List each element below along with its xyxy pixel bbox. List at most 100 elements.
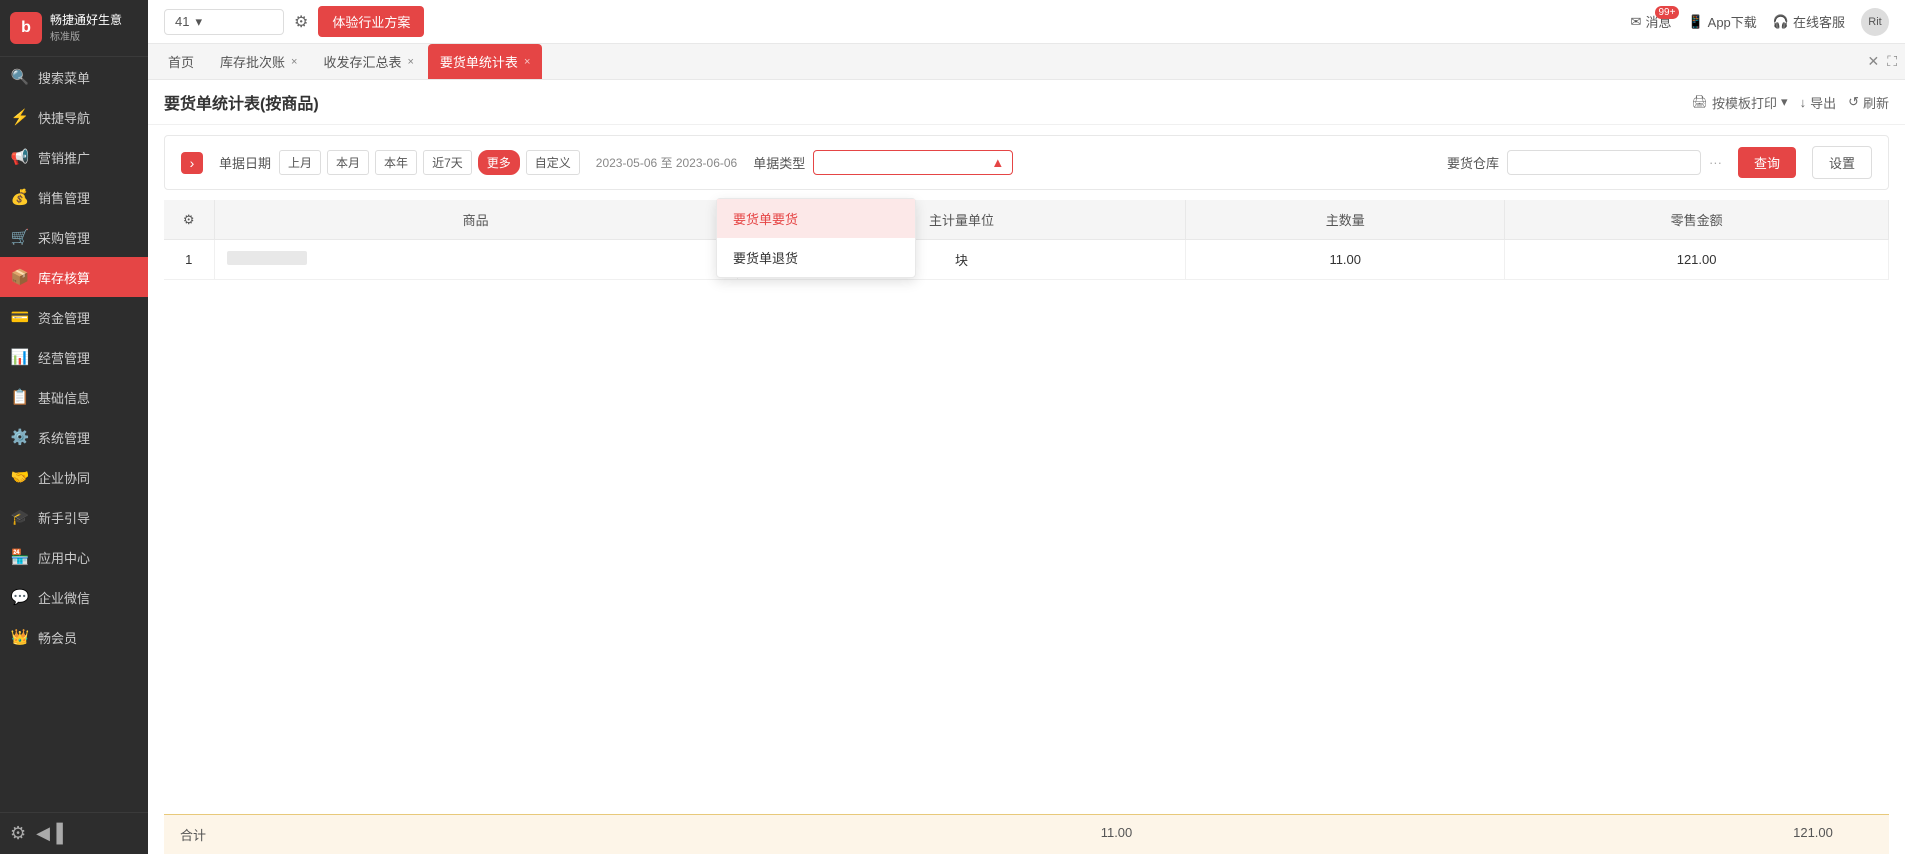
app-icon: 📱 xyxy=(1687,14,1703,30)
tab-inventory-batch[interactable]: 库存批次账 × xyxy=(208,44,309,79)
tab-expand-icon[interactable]: ⛶ xyxy=(1887,53,1897,70)
appstore-icon: 🏪 xyxy=(10,547,30,567)
guide-icon: 🎓 xyxy=(10,507,30,527)
row-quantity: 11.00 xyxy=(1186,240,1505,280)
tab-inventory-batch-close[interactable]: × xyxy=(291,56,297,68)
date-label: 单据日期 xyxy=(219,153,271,172)
footer-quantity: 11.00 xyxy=(1101,825,1133,844)
col-settings: ⚙ xyxy=(164,200,214,240)
tab-order-summary[interactable]: 要货单统计表 × xyxy=(428,44,542,79)
table-settings-icon[interactable]: ⚙ xyxy=(183,212,195,227)
sidebar-item-purchase[interactable]: 🛒 采购管理 xyxy=(0,217,148,257)
this-month-btn[interactable]: 本月 xyxy=(327,150,369,175)
prev-month-btn[interactable]: 上月 xyxy=(279,150,321,175)
sidebar-item-sales[interactable]: 💰 销售管理 xyxy=(0,177,148,217)
sidebar-item-finance[interactable]: 💳 资金管理 xyxy=(0,297,148,337)
topbar-gear-btn[interactable]: ⚙ xyxy=(294,12,308,32)
type-select[interactable]: ▲ xyxy=(813,150,1013,175)
type-filter: 单据类型 ▲ xyxy=(753,150,1431,175)
footer-amount: 121.00 xyxy=(1793,825,1833,840)
col-amount: 零售金额 xyxy=(1505,200,1889,240)
sidebar-logo: b 畅捷通好生意 标准版 xyxy=(0,0,148,57)
wechat-icon: 💬 xyxy=(10,587,30,607)
row-product xyxy=(214,240,737,280)
sidebar-nav: 🔍 搜索菜单 ⚡ 快捷导航 📢 营销推广 💰 销售管理 🛒 采购管理 📦 库存核… xyxy=(0,57,148,812)
tab-home[interactable]: 首页 xyxy=(156,44,206,79)
sidebar-item-marketing[interactable]: 📢 营销推广 xyxy=(0,137,148,177)
date-buttons: 上月 本月 本年 近7天 更多 自定义 xyxy=(279,150,580,175)
main-content: 41 ▾ ⚙ 体验行业方案 ✉ 消息 99+ 📱 App下载 🎧 在线客服 Ri… xyxy=(148,0,1905,854)
col-product: 商品 xyxy=(214,200,737,240)
warehouse-label: 要货仓库 xyxy=(1447,153,1499,172)
base-icon: 📋 xyxy=(10,387,30,407)
sidebar-item-member[interactable]: 👑 畅会员 xyxy=(0,617,148,657)
company-selector[interactable]: 41 ▾ xyxy=(164,9,284,35)
tab-receive-summary-close[interactable]: × xyxy=(407,56,413,68)
last-7-days-btn[interactable]: 近7天 xyxy=(423,150,472,175)
marketing-icon: 📢 xyxy=(10,147,30,167)
page-header: 要货单统计表(按商品) 🖨 按模板打印 ▾ ↓ 导出 ↺ 刷新 xyxy=(148,80,1905,125)
sidebar-item-shortcut[interactable]: ⚡ 快捷导航 xyxy=(0,97,148,137)
print-chevron-icon: ▾ xyxy=(1781,94,1788,110)
warehouse-input[interactable] xyxy=(1507,150,1701,175)
finance-icon: 💳 xyxy=(10,307,30,327)
sidebar-item-collab[interactable]: 🤝 企业协同 xyxy=(0,457,148,497)
this-year-btn[interactable]: 本年 xyxy=(375,150,417,175)
tabs-bar: 首页 库存批次账 × 收发存汇总表 × 要货单统计表 × ✕ ⛶ xyxy=(148,44,1905,80)
tab-order-summary-close[interactable]: × xyxy=(524,56,530,68)
date-filter: 单据日期 上月 本月 本年 近7天 更多 自定义 xyxy=(219,150,580,175)
sidebar-item-search[interactable]: 🔍 搜索菜单 xyxy=(0,57,148,97)
sales-icon: 💰 xyxy=(10,187,30,207)
type-label: 单据类型 xyxy=(753,153,805,172)
table-row: 1 块 11.00 121.00 xyxy=(164,240,1889,280)
tab-receive-summary[interactable]: 收发存汇总表 × xyxy=(311,44,425,79)
sidebar-item-guide[interactable]: 🎓 新手引导 xyxy=(0,497,148,537)
sidebar-collapse-btn[interactable]: ◀▐ xyxy=(36,823,63,844)
sidebar-item-operations[interactable]: 📊 经营管理 xyxy=(0,337,148,377)
tabs-actions: ✕ ⛶ xyxy=(1867,53,1897,70)
sidebar: b 畅捷通好生意 标准版 🔍 搜索菜单 ⚡ 快捷导航 📢 营销推广 💰 销售管理… xyxy=(0,0,148,854)
data-table: ⚙ 商品 主计量单位 主数量 零售金额 1 块 xyxy=(164,200,1889,280)
sidebar-footer: ⚙ ◀▐ xyxy=(0,812,148,854)
logo-sub: 标准版 xyxy=(50,28,122,43)
query-button[interactable]: 查询 xyxy=(1738,147,1796,178)
page-header-actions: 🖨 按模板打印 ▾ ↓ 导出 ↺ 刷新 xyxy=(1692,93,1890,112)
table-footer: 合计 11.00 121.00 xyxy=(164,814,1889,854)
trial-button[interactable]: 体验行业方案 xyxy=(318,6,424,37)
system-icon: ⚙️ xyxy=(10,427,30,447)
user-avatar[interactable]: Rit xyxy=(1861,8,1889,36)
custom-date-btn[interactable]: 自定义 xyxy=(526,150,580,175)
sidebar-item-system[interactable]: ⚙️ 系统管理 xyxy=(0,417,148,457)
message-icon: ✉ xyxy=(1631,14,1642,30)
more-dates-btn[interactable]: 更多 xyxy=(478,150,520,175)
logo-title: 畅捷通好生意 xyxy=(50,13,122,29)
search-icon: 🔍 xyxy=(10,67,30,87)
topbar: 41 ▾ ⚙ 体验行业方案 ✉ 消息 99+ 📱 App下载 🎧 在线客服 Ri… xyxy=(148,0,1905,44)
inventory-icon: 📦 xyxy=(10,267,30,287)
topbar-app-download[interactable]: 📱 App下载 xyxy=(1687,12,1756,31)
refresh-btn[interactable]: ↺ 刷新 xyxy=(1848,93,1889,112)
filter-expand-btn[interactable]: › xyxy=(181,152,203,174)
message-badge: 99+ xyxy=(1655,6,1680,19)
dropdown-item-order-return[interactable]: 要货单退货 xyxy=(717,238,915,277)
headset-icon: 🎧 xyxy=(1773,14,1789,30)
sidebar-item-inventory[interactable]: 📦 库存核算 xyxy=(0,257,148,297)
sidebar-item-wechat[interactable]: 💬 企业微信 xyxy=(0,577,148,617)
sidebar-settings-btn[interactable]: ⚙ xyxy=(10,823,26,844)
topbar-messages[interactable]: ✉ 消息 99+ xyxy=(1631,12,1672,31)
member-icon: 👑 xyxy=(10,627,30,647)
topbar-customer-service[interactable]: 🎧 在线客服 xyxy=(1773,12,1845,31)
page-body: 要货单统计表(按商品) 🖨 按模板打印 ▾ ↓ 导出 ↺ 刷新 › xyxy=(148,80,1905,854)
print-icon: 🖨 xyxy=(1692,94,1709,110)
sidebar-item-appstore[interactable]: 🏪 应用中心 xyxy=(0,537,148,577)
tab-close-all-icon[interactable]: ✕ xyxy=(1867,53,1879,70)
type-dropdown-menu[interactable]: 要货单要货 要货单退货 xyxy=(716,198,916,278)
sidebar-item-base[interactable]: 📋 基础信息 xyxy=(0,377,148,417)
warehouse-filter: 要货仓库 ··· xyxy=(1447,150,1722,175)
dropdown-item-order-goods[interactable]: 要货单要货 xyxy=(717,199,915,238)
warehouse-more-btn[interactable]: ··· xyxy=(1709,155,1722,170)
print-btn[interactable]: 🖨 按模板打印 ▾ xyxy=(1692,93,1788,112)
product-bar xyxy=(227,251,307,265)
settings-button[interactable]: 设置 xyxy=(1812,146,1872,179)
export-btn[interactable]: ↓ 导出 xyxy=(1800,93,1837,112)
